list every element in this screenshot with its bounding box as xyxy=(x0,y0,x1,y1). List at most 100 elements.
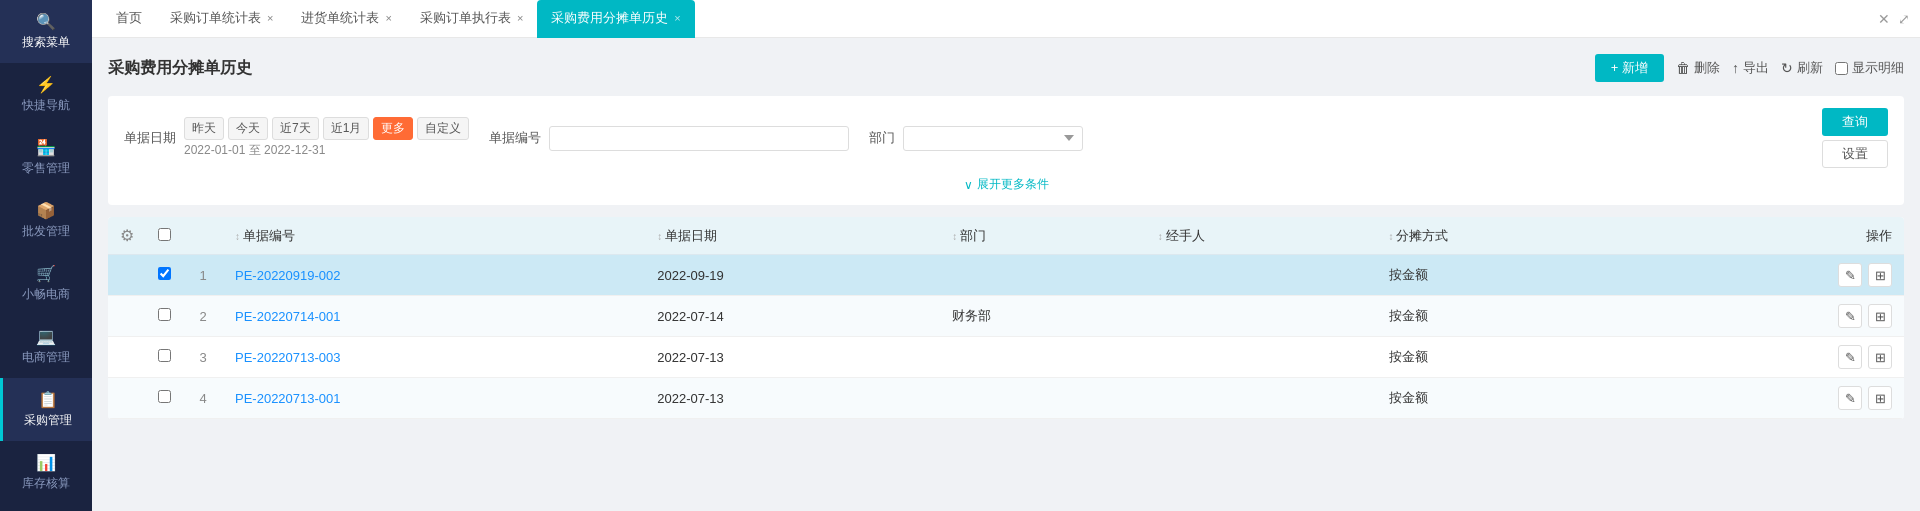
row-checkbox-cell xyxy=(146,255,183,296)
tab-purchase-exec[interactable]: 采购订单执行表× xyxy=(406,0,537,38)
tab-purchase-summary[interactable]: 采购订单统计表× xyxy=(156,0,287,38)
expand-chevron-icon: ∨ xyxy=(964,178,973,192)
sidebar-item-xiaodian[interactable]: 🛒小畅电商 xyxy=(0,252,92,315)
sidebar-item-inventory[interactable]: 📊库存核算 xyxy=(0,441,92,504)
table-row: 1 PE-20220919-002 2022-09-19 按金额 ✎ ⊞ xyxy=(108,255,1904,296)
doc-no-field: 单据编号 xyxy=(489,126,849,151)
doc-no-link-0[interactable]: PE-20220919-002 xyxy=(235,268,341,283)
sidebar-item-retail[interactable]: 🏪零售管理 xyxy=(0,126,92,189)
sidebar-icon-xiaodian: 🛒 xyxy=(36,264,56,283)
tab-bar-actions: ✕ ⤢ xyxy=(1878,11,1910,27)
date-tag-custom[interactable]: 自定义 xyxy=(417,117,469,140)
row-edit-btn-2[interactable]: ✎ xyxy=(1838,345,1862,369)
export-icon: ↑ xyxy=(1732,60,1739,76)
date-tag-more[interactable]: 更多 xyxy=(373,117,413,140)
dept-select[interactable]: 财务部 xyxy=(903,126,1083,151)
row-num-1: 2 xyxy=(183,296,223,337)
th-split-method[interactable]: 分摊方式 xyxy=(1377,217,1650,255)
sidebar-item-quick[interactable]: ⚡快捷导航 xyxy=(0,63,92,126)
row-detail-btn-1[interactable]: ⊞ xyxy=(1868,304,1892,328)
row-edit-btn-3[interactable]: ✎ xyxy=(1838,386,1862,410)
doc-no-link-2[interactable]: PE-20220713-003 xyxy=(235,350,341,365)
sidebar-label-search: 搜索菜单 xyxy=(22,34,70,51)
row-doc-date-1: 2022-07-14 xyxy=(645,296,940,337)
export-button[interactable]: ↑ 导出 xyxy=(1732,59,1769,77)
date-tag-today[interactable]: 今天 xyxy=(228,117,268,140)
tab-close-purchase-cost[interactable]: × xyxy=(674,12,680,24)
row-settings-cell xyxy=(108,255,146,296)
row-doc-date-0: 2022-09-19 xyxy=(645,255,940,296)
row-detail-btn-2[interactable]: ⊞ xyxy=(1868,345,1892,369)
tab-close-all-button[interactable]: ✕ xyxy=(1878,11,1890,27)
sidebar-item-wholesale[interactable]: 📦批发管理 xyxy=(0,189,92,252)
tab-close-purchase-summary[interactable]: × xyxy=(267,12,273,24)
row-doc-no-1: PE-20220714-001 xyxy=(223,296,645,337)
settings-button[interactable]: 设置 xyxy=(1822,140,1888,168)
date-tag-7days[interactable]: 近7天 xyxy=(272,117,319,140)
row-checkbox-2[interactable] xyxy=(158,349,171,362)
tab-purchase-cost[interactable]: 采购费用分摊单历史 × xyxy=(537,0,694,38)
row-detail-btn-3[interactable]: ⊞ xyxy=(1868,386,1892,410)
date-tag-yesterday[interactable]: 昨天 xyxy=(184,117,224,140)
table-body: 1 PE-20220919-002 2022-09-19 按金额 ✎ ⊞ 2 P… xyxy=(108,255,1904,419)
th-doc-no[interactable]: 单据编号 xyxy=(223,217,645,255)
date-label: 单据日期 xyxy=(124,129,176,147)
row-handler-3 xyxy=(1146,378,1377,419)
table-settings-button[interactable]: ⚙ xyxy=(120,226,134,245)
row-settings-cell xyxy=(108,337,146,378)
row-dept-2 xyxy=(940,337,1145,378)
sidebar-item-purchase[interactable]: 📋采购管理 xyxy=(0,378,92,441)
row-checkbox-0[interactable] xyxy=(158,267,171,280)
row-num-0: 1 xyxy=(183,255,223,296)
doc-no-input[interactable] xyxy=(549,126,849,151)
row-checkbox-3[interactable] xyxy=(158,390,171,403)
sidebar-label-wholesale: 批发管理 xyxy=(22,223,70,240)
tab-incoming-summary[interactable]: 进货单统计表× xyxy=(287,0,405,38)
row-detail-btn-0[interactable]: ⊞ xyxy=(1868,263,1892,287)
date-range-display: 2022-01-01 至 2022-12-31 xyxy=(184,142,469,159)
row-settings-cell xyxy=(108,296,146,337)
row-split-method-1: 按金额 xyxy=(1377,296,1650,337)
delete-button[interactable]: 🗑 删除 xyxy=(1676,59,1720,77)
row-actions-cell-1: ✎ ⊞ xyxy=(1650,296,1904,337)
date-tag-1month[interactable]: 近1月 xyxy=(323,117,370,140)
data-table: ⚙ 单据编号 单据日期 部门 经手人 分摊方式 操作 xyxy=(108,217,1904,419)
row-edit-btn-1[interactable]: ✎ xyxy=(1838,304,1862,328)
row-actions-cell-3: ✎ ⊞ xyxy=(1650,378,1904,419)
doc-no-link-1[interactable]: PE-20220714-001 xyxy=(235,309,341,324)
row-checkbox-1[interactable] xyxy=(158,308,171,321)
tab-close-incoming-summary[interactable]: × xyxy=(385,12,391,24)
row-edit-btn-0[interactable]: ✎ xyxy=(1838,263,1862,287)
sidebar-item-search[interactable]: 🔍搜索菜单 xyxy=(0,0,92,63)
add-button[interactable]: + 新增 xyxy=(1595,54,1664,82)
row-settings-cell xyxy=(108,378,146,419)
refresh-button[interactable]: ↻ 刷新 xyxy=(1781,59,1823,77)
row-split-method-3: 按金额 xyxy=(1377,378,1650,419)
search-row: 单据日期 昨天 今天 近7天 近1月 更多 自定义 2022-01-01 至 2… xyxy=(124,108,1888,168)
row-handler-2 xyxy=(1146,337,1377,378)
tab-bar: 首页采购订单统计表×进货单统计表×采购订单执行表× 采购费用分摊单历史 × ✕ ⤢ xyxy=(92,0,1920,38)
th-handler[interactable]: 经手人 xyxy=(1146,217,1377,255)
expand-button[interactable]: ∨ 展开更多条件 xyxy=(964,176,1049,193)
row-doc-no-3: PE-20220713-001 xyxy=(223,378,645,419)
tab-home[interactable]: 首页 xyxy=(102,0,156,38)
table-row: 3 PE-20220713-003 2022-07-13 按金额 ✎ ⊞ xyxy=(108,337,1904,378)
tab-close-purchase-exec[interactable]: × xyxy=(517,12,523,24)
th-doc-date[interactable]: 单据日期 xyxy=(645,217,940,255)
show-cols-checkbox[interactable] xyxy=(1835,62,1848,75)
sidebar-icon-retail: 🏪 xyxy=(36,138,56,157)
date-tags: 昨天 今天 近7天 近1月 更多 自定义 xyxy=(184,117,469,140)
show-cols-toggle[interactable]: 显示明细 xyxy=(1835,59,1904,77)
table-container: ⚙ 单据编号 单据日期 部门 经手人 分摊方式 操作 xyxy=(108,217,1904,419)
sidebar-item-finance[interactable]: 💰资金管理 xyxy=(0,504,92,511)
tab-maximize-button[interactable]: ⤢ xyxy=(1898,11,1910,27)
sidebar-item-ecommerce[interactable]: 💻电商管理 xyxy=(0,315,92,378)
tab-label-purchase-cost: 采购费用分摊单历史 xyxy=(551,9,668,27)
select-all-checkbox[interactable] xyxy=(158,228,171,241)
doc-no-link-3[interactable]: PE-20220713-001 xyxy=(235,391,341,406)
th-dept[interactable]: 部门 xyxy=(940,217,1145,255)
sidebar-icon-purchase: 📋 xyxy=(38,390,58,409)
sidebar-label-ecommerce: 电商管理 xyxy=(22,349,70,366)
th-checkbox xyxy=(146,217,183,255)
search-button[interactable]: 查询 xyxy=(1822,108,1888,136)
